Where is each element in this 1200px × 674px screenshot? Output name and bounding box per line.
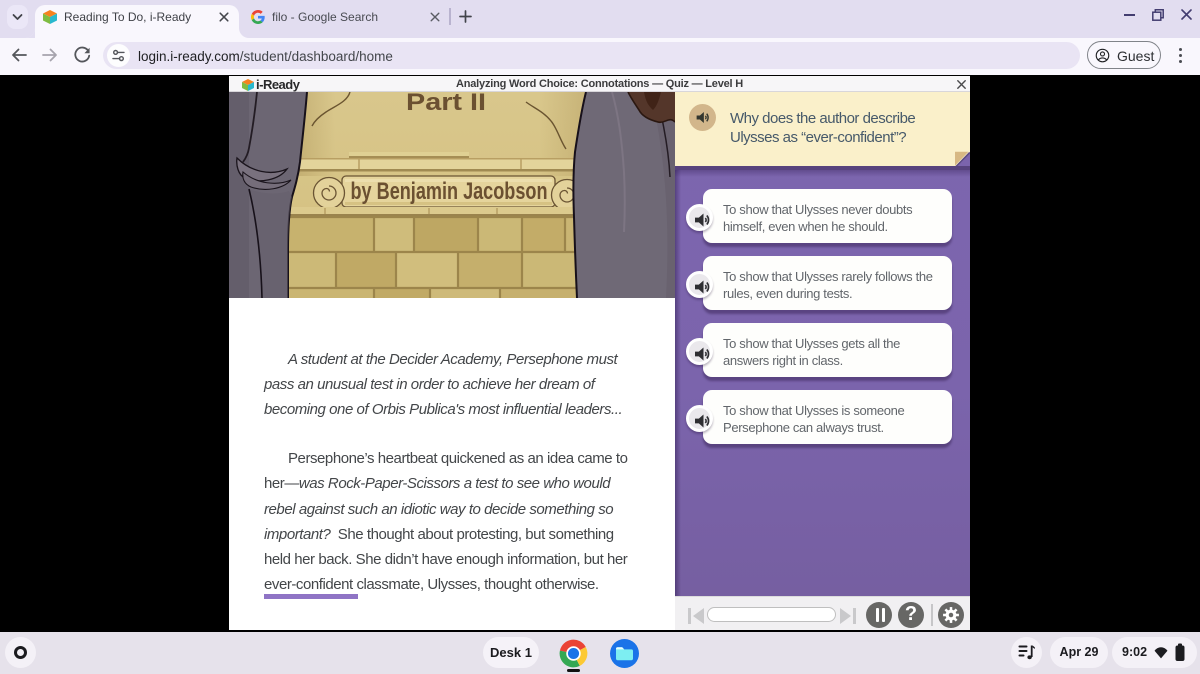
svg-text:by Benjamin Jacobson: by Benjamin Jacobson bbox=[351, 178, 548, 205]
svg-text:Part II: Part II bbox=[406, 92, 486, 116]
